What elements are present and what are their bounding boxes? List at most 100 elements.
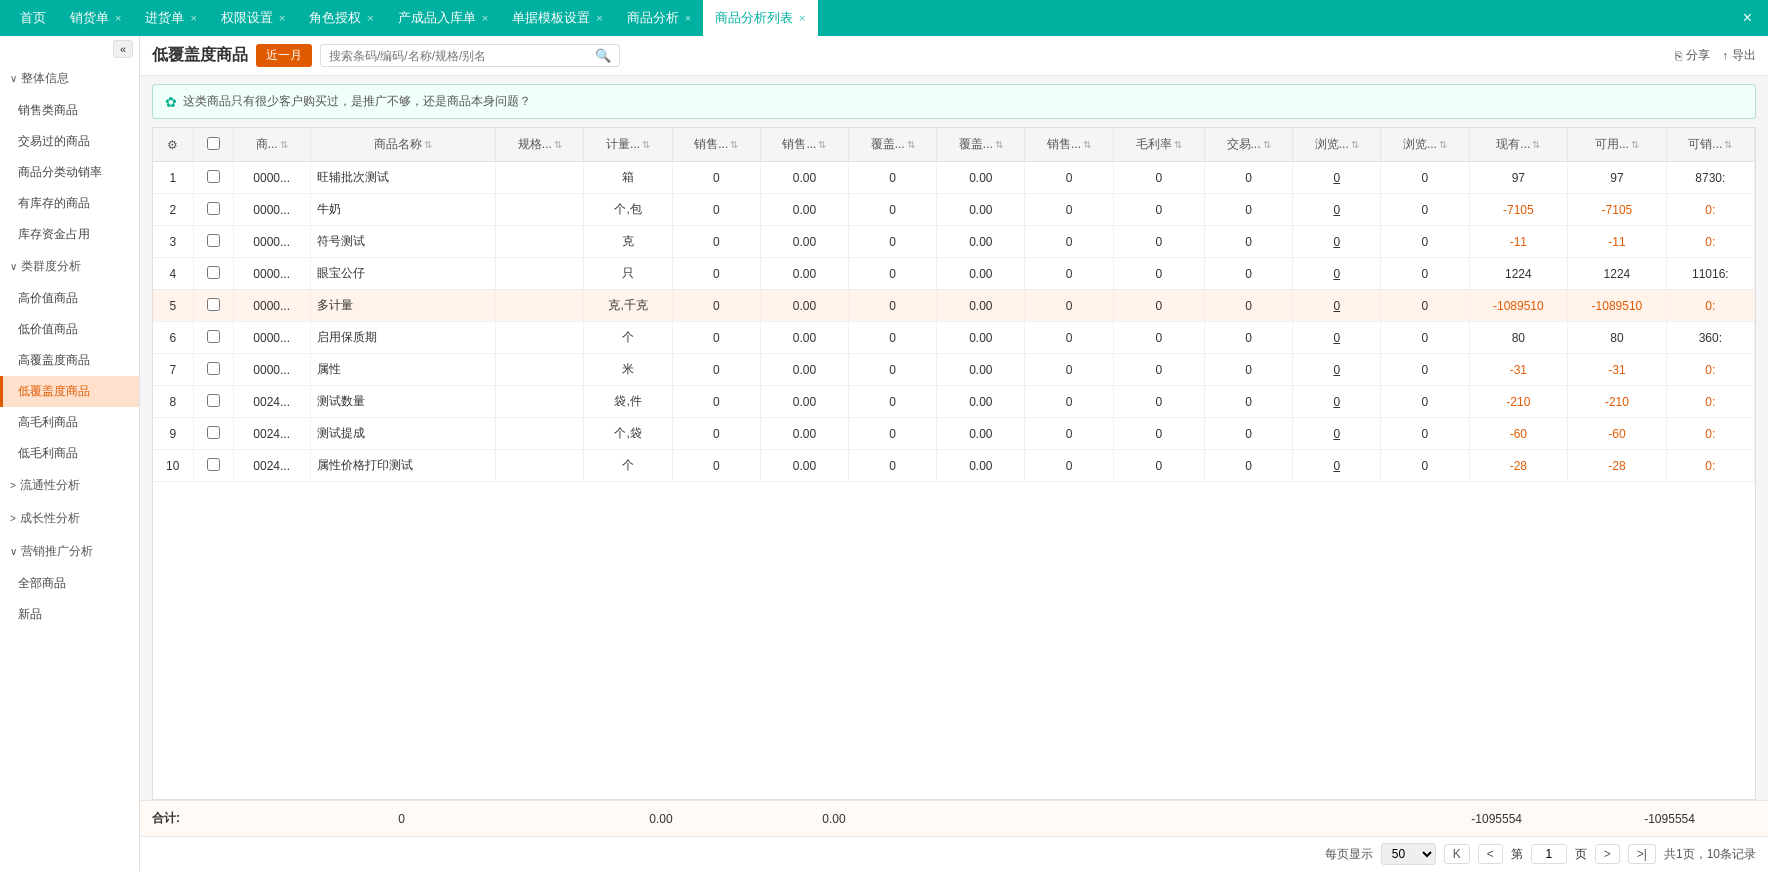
sidebar-item-高价值商品[interactable]: 高价值商品 bbox=[0, 283, 139, 314]
sidebar-item-低覆盖度商品[interactable]: 低覆盖度商品 bbox=[0, 376, 139, 407]
nav-item-首页[interactable]: 首页 bbox=[8, 0, 58, 36]
sidebar-item-低毛利商品[interactable]: 低毛利商品 bbox=[0, 438, 139, 469]
settings-col-header[interactable]: ⚙ bbox=[153, 128, 193, 162]
nav-close-产成品入库单[interactable]: × bbox=[482, 12, 488, 24]
row-b1[interactable]: 0 bbox=[1293, 354, 1381, 386]
nav-close-进货单[interactable]: × bbox=[190, 12, 196, 24]
nav-item-单据模板设置[interactable]: 单据模板设置× bbox=[500, 0, 614, 36]
sidebar-section-类群度分析[interactable]: ∨类群度分析 bbox=[0, 250, 139, 283]
sales2-col-header[interactable]: 销售...⇅ bbox=[760, 128, 848, 162]
row-checkbox[interactable] bbox=[193, 386, 233, 418]
next-page-button[interactable]: > bbox=[1595, 844, 1620, 864]
row-checkbox[interactable] bbox=[193, 258, 233, 290]
row-checkbox[interactable] bbox=[193, 162, 233, 194]
search-icon: 🔍 bbox=[595, 48, 611, 63]
nav-item-进货单[interactable]: 进货单× bbox=[133, 0, 208, 36]
first-page-button[interactable]: K bbox=[1444, 844, 1470, 864]
search-input[interactable] bbox=[329, 49, 595, 63]
current-col-header[interactable]: 现有...⇅ bbox=[1469, 128, 1568, 162]
sidebar-section-成长性分析[interactable]: >成长性分析 bbox=[0, 502, 139, 535]
row-unit: 克 bbox=[584, 226, 672, 258]
nav-close-商品分析[interactable]: × bbox=[685, 12, 691, 24]
nav-item-商品分析[interactable]: 商品分析× bbox=[615, 0, 703, 36]
row-b1[interactable]: 0 bbox=[1293, 194, 1381, 226]
cover2-col-header[interactable]: 覆盖...⇅ bbox=[937, 128, 1025, 162]
nav-item-角色授权[interactable]: 角色授权× bbox=[297, 0, 385, 36]
name-col-header[interactable]: 商品名称⇅ bbox=[310, 128, 496, 162]
row-b1[interactable]: 0 bbox=[1293, 386, 1381, 418]
sidebar-item-全部商品[interactable]: 全部商品 bbox=[0, 568, 139, 599]
sales3-col-header[interactable]: 销售...⇅ bbox=[1025, 128, 1113, 162]
row-checkbox[interactable] bbox=[193, 194, 233, 226]
trade-col-header[interactable]: 交易...⇅ bbox=[1204, 128, 1292, 162]
row-trade: 0 bbox=[1204, 354, 1292, 386]
checkbox-col-header[interactable] bbox=[193, 128, 233, 162]
sidebar-section-营销推广分析[interactable]: ∨营销推广分析 bbox=[0, 535, 139, 568]
nav-item-商品分析列表[interactable]: 商品分析列表× bbox=[703, 0, 817, 36]
row-b1[interactable]: 0 bbox=[1293, 450, 1381, 482]
unit-col-header[interactable]: 计量...⇅ bbox=[584, 128, 672, 162]
row-b2: 0 bbox=[1381, 354, 1469, 386]
sellable-col-header[interactable]: 可销...⇅ bbox=[1666, 128, 1754, 162]
row-checkbox[interactable] bbox=[193, 354, 233, 386]
sidebar-section-流通性分析[interactable]: >流通性分析 bbox=[0, 469, 139, 502]
row-trade: 0 bbox=[1204, 322, 1292, 354]
nav-item-权限设置[interactable]: 权限设置× bbox=[209, 0, 297, 36]
row-b1[interactable]: 0 bbox=[1293, 226, 1381, 258]
row-checkbox[interactable] bbox=[193, 290, 233, 322]
sidebar-item-高覆盖度商品[interactable]: 高覆盖度商品 bbox=[0, 345, 139, 376]
browse2-col-header[interactable]: 浏览...⇅ bbox=[1381, 128, 1469, 162]
nav-close-销货单[interactable]: × bbox=[115, 12, 121, 24]
row-gross: 0 bbox=[1113, 258, 1204, 290]
row-s3: 0 bbox=[1025, 450, 1113, 482]
sidebar-item-高毛利商品[interactable]: 高毛利商品 bbox=[0, 407, 139, 438]
gross-col-header[interactable]: 毛利率⇅ bbox=[1113, 128, 1204, 162]
page-size-select[interactable]: 50 100 200 bbox=[1381, 843, 1436, 865]
sidebar-item-有库存的商品[interactable]: 有库存的商品 bbox=[0, 188, 139, 219]
select-all-checkbox[interactable] bbox=[207, 137, 220, 150]
sidebar-section-整体信息[interactable]: ∨整体信息 bbox=[0, 62, 139, 95]
row-b1[interactable]: 0 bbox=[1293, 290, 1381, 322]
nav-close-window[interactable]: × bbox=[1735, 9, 1760, 27]
export-button[interactable]: ↑ 导出 bbox=[1722, 47, 1756, 64]
table-container[interactable]: ⚙ 商...⇅ 商品名称⇅ 规格...⇅ 计量...⇅ 销售...⇅ 销售...… bbox=[152, 127, 1756, 800]
nav-close-权限设置[interactable]: × bbox=[279, 12, 285, 24]
row-b1[interactable]: 0 bbox=[1293, 322, 1381, 354]
sidebar-collapse-btn[interactable]: « bbox=[0, 36, 139, 62]
row-unit: 袋,件 bbox=[584, 386, 672, 418]
nav-item-产成品入库单[interactable]: 产成品入库单× bbox=[386, 0, 500, 36]
sales1-col-header[interactable]: 销售...⇅ bbox=[672, 128, 760, 162]
spec-col-header[interactable]: 规格...⇅ bbox=[496, 128, 584, 162]
row-checkbox[interactable] bbox=[193, 322, 233, 354]
row-current: 80 bbox=[1469, 322, 1568, 354]
row-b1[interactable]: 0 bbox=[1293, 418, 1381, 450]
nav-close-角色授权[interactable]: × bbox=[367, 12, 373, 24]
row-checkbox[interactable] bbox=[193, 450, 233, 482]
share-button[interactable]: ⎘ 分享 bbox=[1675, 47, 1710, 64]
last-page-button[interactable]: >| bbox=[1628, 844, 1656, 864]
sidebar-item-库存资金占用[interactable]: 库存资金占用 bbox=[0, 219, 139, 250]
browse1-col-header[interactable]: 浏览...⇅ bbox=[1293, 128, 1381, 162]
nav-close-商品分析列表[interactable]: × bbox=[799, 12, 805, 24]
row-checkbox[interactable] bbox=[193, 226, 233, 258]
nav-item-销货单[interactable]: 销货单× bbox=[58, 0, 133, 36]
sidebar-item-交易过的商品[interactable]: 交易过的商品 bbox=[0, 126, 139, 157]
sidebar-item-新品[interactable]: 新品 bbox=[0, 599, 139, 630]
sidebar-item-销售类商品[interactable]: 销售类商品 bbox=[0, 95, 139, 126]
sidebar-item-低价值商品[interactable]: 低价值商品 bbox=[0, 314, 139, 345]
row-checkbox[interactable] bbox=[193, 418, 233, 450]
row-b1[interactable]: 0 bbox=[1293, 162, 1381, 194]
time-filter-button[interactable]: 近一月 bbox=[256, 44, 312, 67]
code-col-header[interactable]: 商...⇅ bbox=[233, 128, 310, 162]
row-code: 0000... bbox=[233, 354, 310, 386]
nav-close-单据模板设置[interactable]: × bbox=[596, 12, 602, 24]
sidebar-item-商品分类动销率[interactable]: 商品分类动销率 bbox=[0, 157, 139, 188]
cover1-col-header[interactable]: 覆盖...⇅ bbox=[849, 128, 937, 162]
available-col-header[interactable]: 可用...⇅ bbox=[1568, 128, 1667, 162]
page-input[interactable] bbox=[1531, 844, 1567, 864]
row-gross: 0 bbox=[1113, 194, 1204, 226]
prev-page-button[interactable]: < bbox=[1478, 844, 1503, 864]
row-available: -11 bbox=[1568, 226, 1667, 258]
collapse-icon[interactable]: « bbox=[113, 40, 133, 58]
row-b1[interactable]: 0 bbox=[1293, 258, 1381, 290]
